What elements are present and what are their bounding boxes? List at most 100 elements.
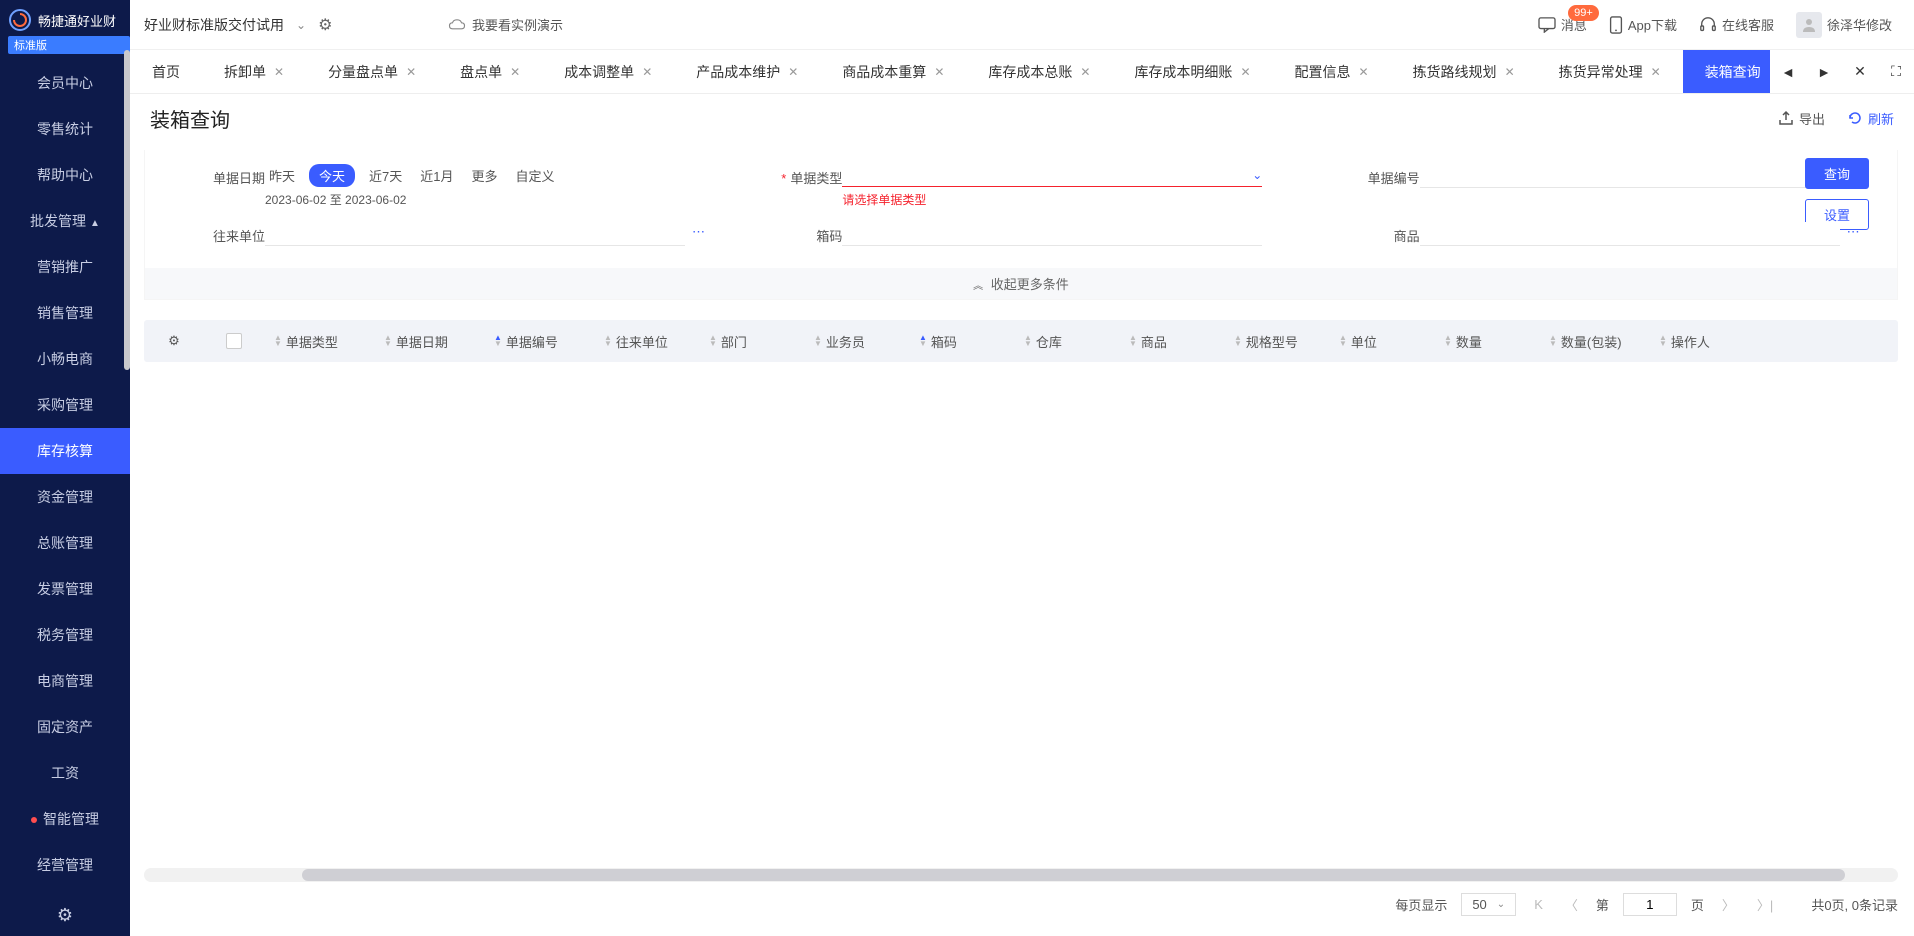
per-page-select[interactable]: 50 ⌄ (1461, 893, 1516, 916)
sidebar-item[interactable]: 智能管理 (0, 796, 130, 842)
tab[interactable]: 商品成本重算✕ (820, 50, 966, 93)
query-button[interactable]: 查询 (1805, 158, 1869, 189)
tab[interactable]: 成本调整单✕ (542, 50, 674, 93)
column-header[interactable]: ▲▼往来单位 (594, 332, 699, 351)
more-icon[interactable]: ⋯ (1847, 224, 1862, 240)
tab[interactable]: 拣货异常处理✕ (1537, 50, 1683, 93)
tabs-prev-button[interactable]: ◄ (1770, 64, 1806, 80)
close-icon[interactable]: ✕ (788, 65, 798, 79)
export-button[interactable]: 导出 (1778, 109, 1825, 128)
close-icon[interactable]: ✕ (510, 65, 520, 79)
column-header[interactable]: ▲▼数量 (1434, 332, 1539, 351)
tab[interactable]: 装箱查询✕ (1683, 50, 1770, 93)
code-input[interactable] (1420, 164, 1840, 188)
collapse-filters-button[interactable]: ︽ 收起更多条件 (145, 268, 1897, 299)
per-page-value: 50 (1472, 897, 1486, 912)
support-button[interactable]: 在线客服 (1699, 15, 1774, 34)
sidebar-item[interactable]: 批发管理▲ (0, 198, 130, 244)
sidebar-item[interactable]: 固定资产 (0, 704, 130, 750)
column-header[interactable]: ▲▼部门 (699, 332, 804, 351)
sidebar-item[interactable]: 资金管理 (0, 474, 130, 520)
fullscreen-button[interactable]: ⛶ (1878, 63, 1914, 80)
tab[interactable]: 拆卸单✕ (202, 50, 306, 93)
messages-button[interactable]: 消息 99+ (1538, 15, 1587, 34)
date-chip[interactable]: 今天 (309, 164, 355, 187)
goods-input[interactable] (1420, 222, 1840, 246)
column-header[interactable]: ▲▼数量(包装) (1539, 332, 1649, 351)
tab[interactable]: 产品成本维护✕ (674, 50, 820, 93)
date-range: 2023-06-02 至 2023-06-02 (265, 191, 559, 208)
date-chip[interactable]: 近7天 (365, 164, 406, 187)
tabs-next-button[interactable]: ► (1806, 64, 1842, 80)
tab[interactable]: 配置信息✕ (1273, 50, 1391, 93)
close-icon[interactable]: ✕ (274, 65, 284, 79)
tab[interactable]: 库存成本总账✕ (966, 50, 1112, 93)
close-icon[interactable]: ✕ (642, 65, 652, 79)
close-icon[interactable]: ✕ (1080, 65, 1090, 79)
sidebar-item[interactable]: 经营管理 (0, 842, 130, 888)
close-icon[interactable]: ✕ (1359, 65, 1369, 79)
column-header[interactable]: ▲▼商品 (1119, 332, 1224, 351)
close-icon[interactable]: ✕ (406, 65, 416, 79)
prev-page-button[interactable]: 〈 (1561, 895, 1582, 914)
sidebar-item[interactable]: 营销推广 (0, 244, 130, 290)
sidebar-item[interactable]: 会员中心 (0, 60, 130, 106)
type-select[interactable]: ⌄ (842, 164, 1262, 187)
party-input[interactable] (265, 222, 685, 246)
date-chip[interactable]: 近1月 (416, 164, 457, 187)
user-menu[interactable]: 徐泽华修改 (1796, 12, 1892, 38)
product-selector[interactable]: 好业财标准版交付试用 ⌄ ⚙ (130, 15, 430, 35)
tab[interactable]: 分量盘点单✕ (306, 50, 438, 93)
next-page-button[interactable]: 〉 (1718, 895, 1739, 914)
sidebar-item[interactable]: 帮助中心 (0, 152, 130, 198)
app-download-button[interactable]: App下载 (1609, 15, 1677, 34)
close-icon[interactable]: ✕ (1651, 65, 1661, 79)
sidebar-item[interactable]: 零售统计 (0, 106, 130, 152)
column-header[interactable]: ▲▼单据类型 (264, 332, 374, 351)
column-header[interactable]: ▲▼单位 (1329, 332, 1434, 351)
close-icon[interactable]: ✕ (1240, 65, 1250, 79)
tab[interactable]: 库存成本明细账✕ (1112, 50, 1272, 93)
sidebar-item[interactable]: 发票管理 (0, 566, 130, 612)
sidebar-scrollbar[interactable] (124, 50, 130, 936)
sort-icon: ▲▼ (1549, 335, 1557, 347)
sidebar-item[interactable]: 小畅电商 (0, 336, 130, 382)
gear-icon[interactable]: ⚙ (318, 15, 332, 35)
sidebar-item[interactable]: 电商管理 (0, 658, 130, 704)
more-icon[interactable]: ⋯ (692, 224, 707, 240)
column-header[interactable]: ▲▼箱码 (909, 332, 1014, 351)
sidebar-item[interactable]: 库存核算 (0, 428, 130, 474)
table-settings-button[interactable]: ⚙ (144, 333, 204, 349)
date-chip[interactable]: 自定义 (512, 164, 559, 187)
column-header[interactable]: ▲▼单据日期 (374, 332, 484, 351)
close-icon[interactable]: ✕ (934, 65, 944, 79)
sidebar-item[interactable]: 销售管理 (0, 290, 130, 336)
sidebar-item[interactable]: 采购管理 (0, 382, 130, 428)
tabs-close-button[interactable]: ✕ (1842, 63, 1878, 80)
page-input[interactable] (1623, 893, 1677, 916)
select-all-checkbox[interactable] (204, 333, 264, 349)
refresh-button[interactable]: 刷新 (1847, 109, 1894, 128)
column-header[interactable]: ▲▼业务员 (804, 332, 909, 351)
tab[interactable]: 拣货路线规划✕ (1391, 50, 1537, 93)
sidebar-item[interactable]: 工资 (0, 750, 130, 796)
date-chip[interactable]: 更多 (468, 164, 502, 187)
tab[interactable]: 盘点单✕ (438, 50, 542, 93)
sidebar-item[interactable]: 税务管理 (0, 612, 130, 658)
date-chip[interactable]: 昨天 (265, 164, 299, 187)
tab[interactable]: 首页 (130, 50, 202, 93)
sidebar-item[interactable]: 总账管理 (0, 520, 130, 566)
demo-link[interactable]: 我要看实例演示 (448, 15, 563, 34)
last-page-button[interactable]: 〉| (1753, 895, 1777, 914)
horizontal-scrollbar[interactable] (144, 868, 1898, 882)
sort-icon: ▲▼ (1444, 335, 1452, 347)
first-page-button[interactable]: K (1530, 897, 1547, 912)
column-header[interactable]: ▲▼规格型号 (1224, 332, 1329, 351)
column-header[interactable]: ▲▼仓库 (1014, 332, 1119, 351)
refresh-label: 刷新 (1868, 109, 1894, 128)
column-header[interactable]: ▲▼操作人 (1649, 332, 1754, 351)
box-input[interactable] (842, 222, 1262, 246)
close-icon[interactable]: ✕ (1505, 65, 1515, 79)
column-header[interactable]: ▲▼单据编号 (484, 332, 594, 351)
sidebar-settings[interactable]: ⚙ (0, 895, 130, 936)
